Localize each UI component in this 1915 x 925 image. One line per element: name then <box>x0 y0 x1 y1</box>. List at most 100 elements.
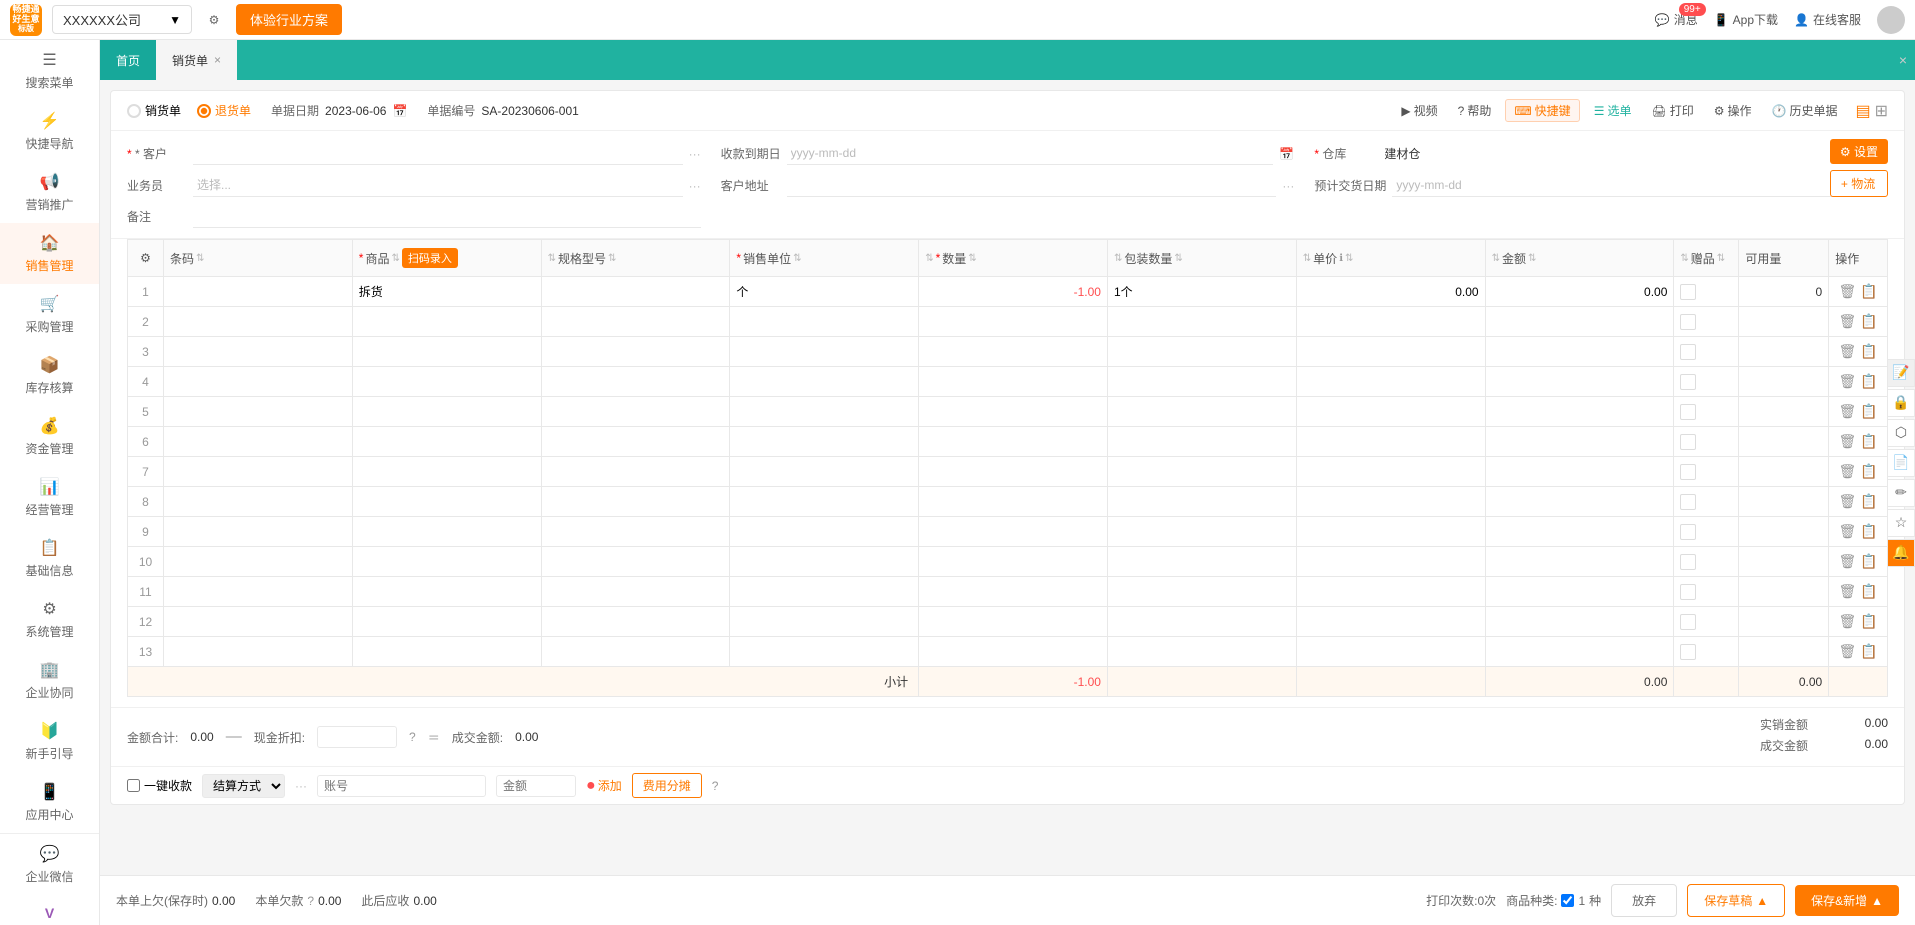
gift-checkbox[interactable] <box>1680 494 1696 510</box>
copy-icon[interactable]: 📋 <box>1860 373 1877 390</box>
gift-checkbox[interactable] <box>1680 644 1696 660</box>
float-btn-5[interactable]: ✏ <box>1887 479 1915 507</box>
row-barcode[interactable] <box>164 577 353 607</box>
row-price[interactable] <box>1296 487 1485 517</box>
view-list-icon[interactable]: ▤ <box>1855 101 1870 121</box>
row-amount[interactable] <box>1485 277 1674 307</box>
row-amount[interactable] <box>1485 517 1674 547</box>
row-barcode[interactable] <box>164 307 353 337</box>
row-spec[interactable] <box>541 367 730 397</box>
row-unit[interactable] <box>730 337 919 367</box>
row-qty[interactable] <box>919 457 1108 487</box>
row-price[interactable] <box>1296 337 1485 367</box>
row-qty[interactable] <box>919 487 1108 517</box>
sidebar-item-purchase[interactable]: 🛒 采购管理 <box>0 284 99 345</box>
delete-icon[interactable]: 🗑 <box>1839 523 1857 540</box>
row-pkg-qty[interactable] <box>1107 547 1296 577</box>
tab-sales-order[interactable]: 销货单 × <box>156 40 237 80</box>
gift-checkbox[interactable] <box>1680 374 1696 390</box>
row-qty[interactable] <box>919 367 1108 397</box>
row-amount[interactable] <box>1485 457 1674 487</box>
gift-checkbox[interactable] <box>1680 284 1696 300</box>
choose-btn[interactable]: ☰ 选单 <box>1588 100 1638 121</box>
app-download-btn[interactable]: 📱 App下载 <box>1714 11 1778 28</box>
row-pkg-qty[interactable] <box>1107 277 1296 307</box>
gift-checkbox[interactable] <box>1680 344 1696 360</box>
row-amount[interactable] <box>1485 307 1674 337</box>
row-unit[interactable] <box>730 517 919 547</box>
row-price[interactable] <box>1296 427 1485 457</box>
row-unit[interactable] <box>730 487 919 517</box>
row-product[interactable] <box>352 427 541 457</box>
row-spec[interactable] <box>541 457 730 487</box>
row-price[interactable] <box>1296 397 1485 427</box>
row-spec[interactable] <box>541 487 730 517</box>
online-support-btn[interactable]: 👤 在线客服 <box>1794 11 1861 28</box>
row-spec[interactable] <box>541 397 730 427</box>
radio-return-order[interactable]: 退货单 <box>197 102 251 119</box>
row-product[interactable] <box>352 607 541 637</box>
row-barcode[interactable] <box>164 487 353 517</box>
gift-checkbox[interactable] <box>1680 434 1696 450</box>
row-barcode[interactable] <box>164 457 353 487</box>
row-product[interactable] <box>352 637 541 667</box>
row-unit[interactable] <box>730 577 919 607</box>
row-pkg-qty[interactable] <box>1107 577 1296 607</box>
row-product[interactable] <box>352 337 541 367</box>
row-product[interactable] <box>352 487 541 517</box>
payment-calendar-icon[interactable]: 📅 <box>1279 147 1294 161</box>
one-click-checkbox[interactable] <box>127 779 140 792</box>
row-gift[interactable] <box>1674 457 1739 487</box>
gift-checkbox[interactable] <box>1680 614 1696 630</box>
copy-icon[interactable]: 📋 <box>1860 643 1877 660</box>
row-barcode[interactable] <box>164 337 353 367</box>
row-price[interactable] <box>1296 577 1485 607</box>
float-btn-7[interactable]: 🔔 <box>1887 539 1915 567</box>
row-amount[interactable] <box>1485 487 1674 517</box>
delete-icon[interactable]: 🗑 <box>1839 283 1857 300</box>
row-gift[interactable] <box>1674 577 1739 607</box>
row-unit[interactable] <box>730 307 919 337</box>
row-pkg-qty[interactable] <box>1107 427 1296 457</box>
delete-icon[interactable]: 🗑 <box>1839 403 1857 420</box>
delete-icon[interactable]: 🗑 <box>1839 463 1857 480</box>
row-qty[interactable] <box>919 637 1108 667</box>
row-spec[interactable] <box>541 577 730 607</box>
row-amount[interactable] <box>1485 367 1674 397</box>
help-btn[interactable]: ? 帮助 <box>1452 100 1498 121</box>
row-product[interactable] <box>352 457 541 487</box>
payment-amount-input[interactable] <box>496 775 576 797</box>
copy-icon[interactable]: 📋 <box>1860 313 1877 330</box>
row-unit[interactable] <box>730 607 919 637</box>
copy-icon[interactable]: 📋 <box>1860 583 1877 600</box>
row-unit[interactable] <box>730 637 919 667</box>
row-spec[interactable] <box>541 637 730 667</box>
row-qty[interactable] <box>919 427 1108 457</box>
row-spec[interactable] <box>541 307 730 337</box>
row-gift[interactable] <box>1674 337 1739 367</box>
delete-icon[interactable]: 🗑 <box>1839 643 1857 660</box>
float-btn-3[interactable]: ⬡ <box>1887 419 1915 447</box>
row-gift[interactable] <box>1674 427 1739 457</box>
row-pkg-qty[interactable] <box>1107 487 1296 517</box>
history-btn[interactable]: 🕐 历史单据 <box>1766 100 1844 121</box>
row-gift[interactable] <box>1674 307 1739 337</box>
gift-checkbox[interactable] <box>1680 464 1696 480</box>
row-barcode[interactable] <box>164 277 353 307</box>
row-amount[interactable] <box>1485 427 1674 457</box>
copy-icon[interactable]: 📋 <box>1860 523 1877 540</box>
customer-dots[interactable]: ··· <box>689 147 701 161</box>
payment-date-input[interactable] <box>787 142 1274 165</box>
row-amount[interactable] <box>1485 337 1674 367</box>
row-barcode[interactable] <box>164 427 353 457</box>
row-spec[interactable] <box>541 517 730 547</box>
row-pkg-qty[interactable] <box>1107 397 1296 427</box>
copy-icon[interactable]: 📋 <box>1860 613 1877 630</box>
product-type-check[interactable] <box>1561 894 1574 907</box>
sidebar-item-wechat[interactable]: 💬 企业微信 <box>0 834 99 895</box>
logistics-button[interactable]: + 物流 <box>1830 170 1888 197</box>
row-price[interactable] <box>1296 517 1485 547</box>
row-barcode[interactable] <box>164 547 353 577</box>
row-qty[interactable] <box>919 397 1108 427</box>
copy-icon[interactable]: 📋 <box>1860 403 1877 420</box>
